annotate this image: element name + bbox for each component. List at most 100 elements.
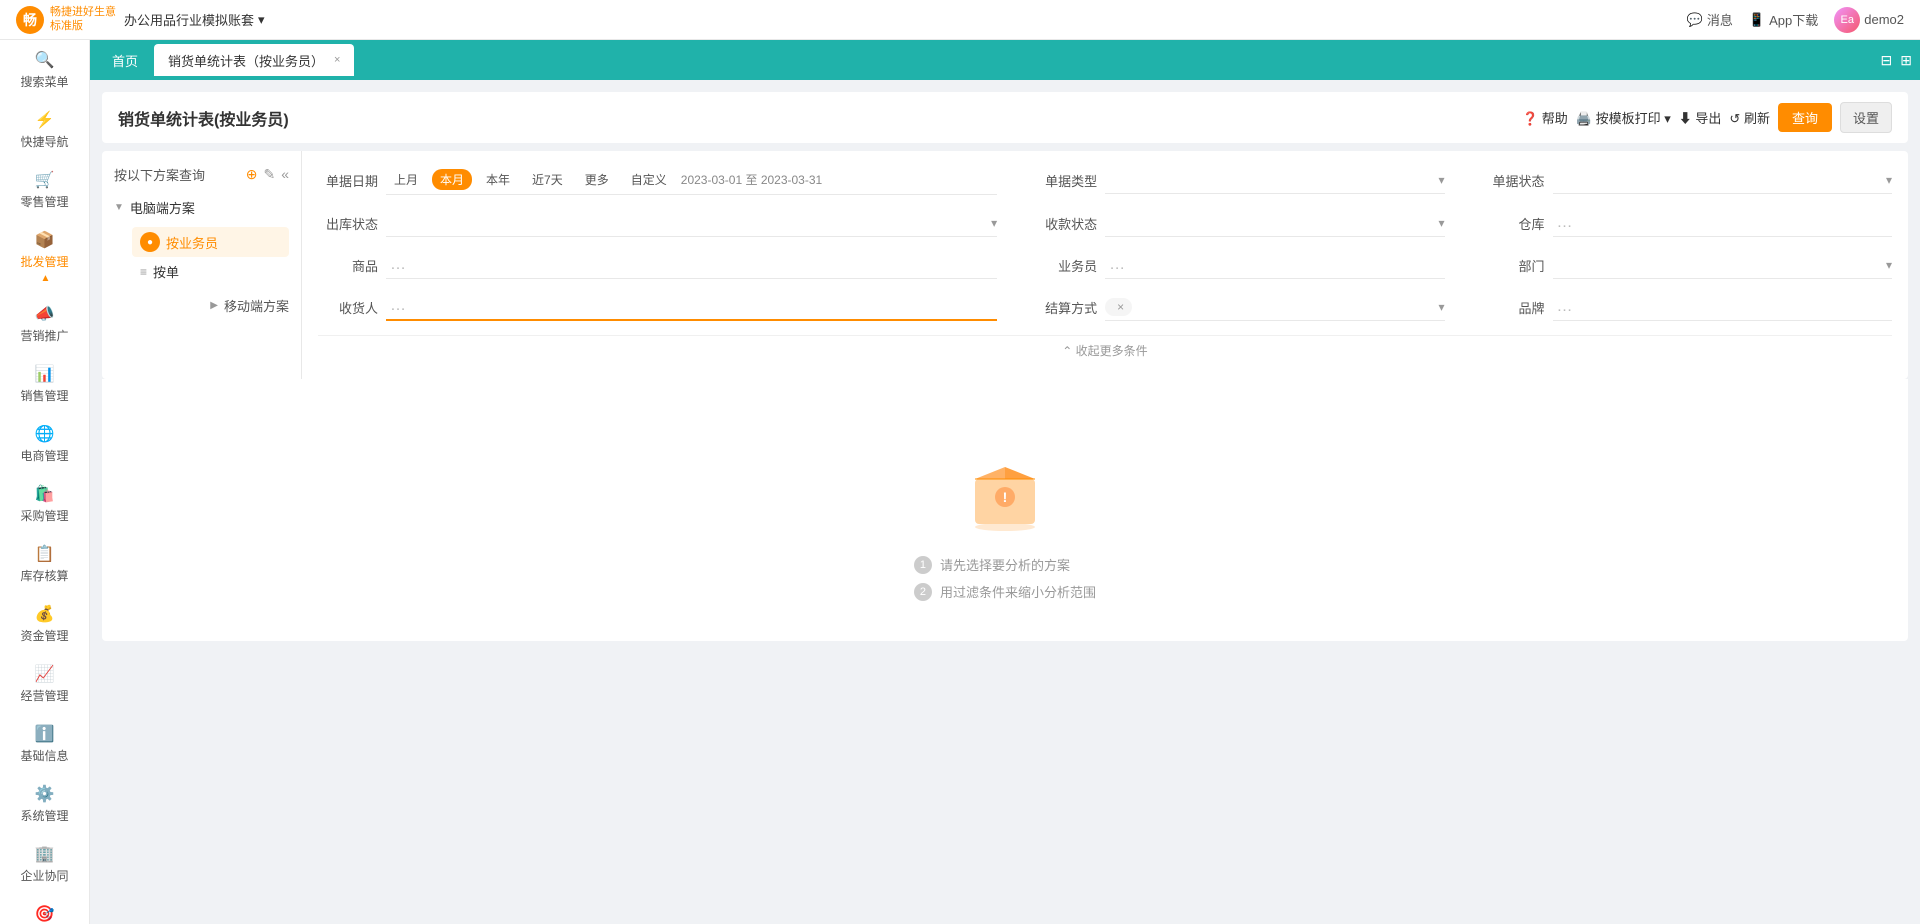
brand-control[interactable]: … [1553, 293, 1892, 321]
page-actions-row: ❓ 帮助 🖨️ 按模板打印 ▾ ⬇ 导出 ↺ 刷新 [1522, 102, 1892, 133]
shipment-control[interactable]: ▾ [386, 209, 997, 237]
dept-control[interactable]: ▾ [1553, 251, 1892, 279]
date-btn-custom[interactable]: 自定义 [623, 169, 675, 190]
goods-dots[interactable]: … [390, 256, 406, 274]
collapse-bar[interactable]: ⌃ 收起更多条件 [318, 335, 1892, 365]
receiver-dots[interactable]: … [390, 297, 406, 315]
marketing-icon: 📣 [35, 304, 55, 324]
top-header: 畅 畅捷进好生意 标准版 办公用品行业模拟账套 ▾ 💬 消息 📱 App下载 E… [0, 0, 1920, 40]
status-control[interactable]: ▾ [1553, 166, 1892, 194]
date-btn-this-month[interactable]: 本月 [432, 169, 472, 190]
settlement-clear-icon[interactable]: × [1117, 300, 1124, 314]
scheme-add-icon[interactable]: ⊕ [246, 166, 258, 183]
sidebar-item-sales[interactable]: 📊 销售管理 [0, 354, 89, 414]
content-area: 首页 销货单统计表（按业务员） × ⊟ ⊞ 销货单统计表(按业务员) ❓ 帮助 [90, 40, 1920, 924]
refresh-button[interactable]: ↺ 刷新 [1729, 108, 1770, 127]
empty-state: ! 1 请先选择要分析的方案 2 用过滤条件来缩小分析范围 [102, 379, 1908, 641]
settlement-dropdown-icon: ▾ [1439, 300, 1445, 314]
warehouse-label: 仓库 [1485, 214, 1545, 233]
dept-dropdown-icon: ▾ [1886, 258, 1892, 272]
maximize-icon[interactable]: ⊞ [1900, 52, 1912, 69]
receiver-control[interactable]: … [386, 293, 997, 321]
date-range-text: 2023-03-01 至 2023-03-31 [681, 171, 822, 188]
filter-payment-item: 收款状态 ▾ [1037, 209, 1444, 237]
tab-close-button[interactable]: × [334, 54, 340, 66]
filter-wrapper: 按以下方案查询 ⊕ ✎ « ▼ 电脑端方案 ● [102, 151, 1908, 379]
sidebar-item-purchase[interactable]: 🛍️ 采购管理 [0, 474, 89, 534]
salesperson-control[interactable]: … [1105, 251, 1444, 279]
warehouse-dots[interactable]: … [1557, 214, 1573, 232]
basic-icon: ℹ️ [35, 724, 55, 744]
sidebar-item-marketing[interactable]: 📣 营销推广 [0, 294, 89, 354]
shipment-dropdown-icon: ▾ [991, 216, 997, 230]
goods-control[interactable]: … [386, 251, 997, 279]
scheme-desktop-section: ▼ 电脑端方案 [102, 192, 301, 223]
print-button[interactable]: 🖨️ 按模板打印 ▾ [1576, 108, 1671, 127]
scheme-item-order[interactable]: ≡ 按单 [132, 257, 289, 286]
chevron-right-icon: ▶ [210, 300, 218, 311]
quicknav-icon: ⚡ [35, 110, 55, 130]
sidebar-item-retail[interactable]: 🛒 零售管理 [0, 160, 89, 220]
scheme-header-title: 按以下方案查询 [114, 165, 205, 184]
date-btn-7days[interactable]: 近7天 [524, 169, 571, 190]
sidebar-item-inventory[interactable]: 📋 库存核算 [0, 534, 89, 594]
filter-warehouse-item: 仓库 … [1485, 209, 1892, 237]
user-menu[interactable]: Ea demo2 [1834, 7, 1904, 33]
empty-text: 1 请先选择要分析的方案 2 用过滤条件来缩小分析范围 [914, 555, 1096, 601]
sidebar-item-newbie[interactable]: 🎯 新手引导 [0, 894, 89, 924]
export-button[interactable]: ⬇ 导出 [1679, 108, 1722, 127]
query-button[interactable]: 查询 [1778, 103, 1832, 132]
help-icon: ❓ [1522, 111, 1538, 126]
empty-icon: ! [955, 439, 1055, 539]
filter-salesperson-item: 业务员 … [1037, 251, 1444, 279]
sidebar-item-wholesale[interactable]: 📦 批发管理 ▲ [0, 220, 89, 294]
sidebar-item-finance[interactable]: 💰 资金管理 [0, 594, 89, 654]
scheme-header-icons: ⊕ ✎ « [246, 166, 289, 183]
help-button[interactable]: ❓ 帮助 [1522, 108, 1568, 127]
scheme-mobile-section[interactable]: ▶ 移动端方案 [102, 290, 301, 321]
settlement-label: 结算方式 [1037, 298, 1097, 317]
sidebar-item-search[interactable]: 🔍 搜索菜单 [0, 40, 89, 100]
scheme-collapse-icon[interactable]: « [281, 166, 289, 183]
tab-window-controls: ⊟ ⊞ [1881, 52, 1912, 69]
date-btn-this-year[interactable]: 本年 [478, 169, 518, 190]
inventory-icon: 📋 [35, 544, 55, 564]
payment-control[interactable]: ▾ [1105, 209, 1444, 237]
warehouse-control[interactable]: … [1553, 209, 1892, 237]
date-label: 单据日期 [318, 171, 378, 190]
message-button[interactable]: 💬 消息 [1687, 10, 1733, 29]
sidebar-item-operation[interactable]: 📈 经营管理 [0, 654, 89, 714]
app-selector[interactable]: 办公用品行业模拟账套 ▾ [124, 10, 265, 29]
app-download-button[interactable]: 📱 App下载 [1749, 10, 1818, 29]
filter-row-1: 单据日期 上月 本月 本年 近7天 更多 自定义 2023-03-01 至 20… [318, 165, 1892, 195]
message-icon: 💬 [1687, 12, 1703, 28]
sidebar-item-basic[interactable]: ℹ️ 基础信息 [0, 714, 89, 774]
sidebar-item-enterprise[interactable]: 🏢 企业协同 [0, 834, 89, 894]
finance-icon: 💰 [35, 604, 55, 624]
brand-dots[interactable]: … [1557, 298, 1573, 316]
page-title: 销货单统计表(按业务员) [118, 106, 289, 130]
newbie-icon: 🎯 [35, 904, 55, 924]
sidebar-item-ecommerce[interactable]: 🌐 电商管理 [0, 414, 89, 474]
settlement-control[interactable]: × ▾ [1105, 293, 1444, 321]
date-btn-last-month[interactable]: 上月 [386, 169, 426, 190]
sidebar-item-quicknav[interactable]: ⚡ 快捷导航 [0, 100, 89, 160]
settlement-clear-tag[interactable]: × [1105, 298, 1132, 316]
sidebar-item-system[interactable]: ⚙️ 系统管理 [0, 774, 89, 834]
payment-dropdown-icon: ▾ [1439, 216, 1445, 230]
salesperson-dots[interactable]: … [1109, 256, 1125, 274]
tab-home[interactable]: 首页 [98, 44, 152, 76]
date-btn-more[interactable]: 更多 [577, 169, 617, 190]
settings-button[interactable]: 设置 [1840, 102, 1892, 133]
scheme-item-salesperson[interactable]: ● 按业务员 [132, 227, 289, 257]
minimize-icon[interactable]: ⊟ [1881, 52, 1893, 69]
print-arrow-icon: ▾ [1664, 111, 1671, 126]
date-options-row: 上月 本月 本年 近7天 更多 自定义 2023-03-01 至 2023-03… [386, 169, 997, 190]
scheme-edit-icon[interactable]: ✎ [263, 166, 275, 183]
date-control: 上月 本月 本年 近7天 更多 自定义 2023-03-01 至 2023-03… [386, 165, 997, 195]
dept-label: 部门 [1485, 256, 1545, 275]
tab-report[interactable]: 销货单统计表（按业务员） × [154, 44, 354, 76]
logo-text: 畅捷进好生意 标准版 [50, 6, 116, 32]
status-label: 单据状态 [1485, 171, 1545, 190]
type-control[interactable]: ▾ [1105, 166, 1444, 194]
